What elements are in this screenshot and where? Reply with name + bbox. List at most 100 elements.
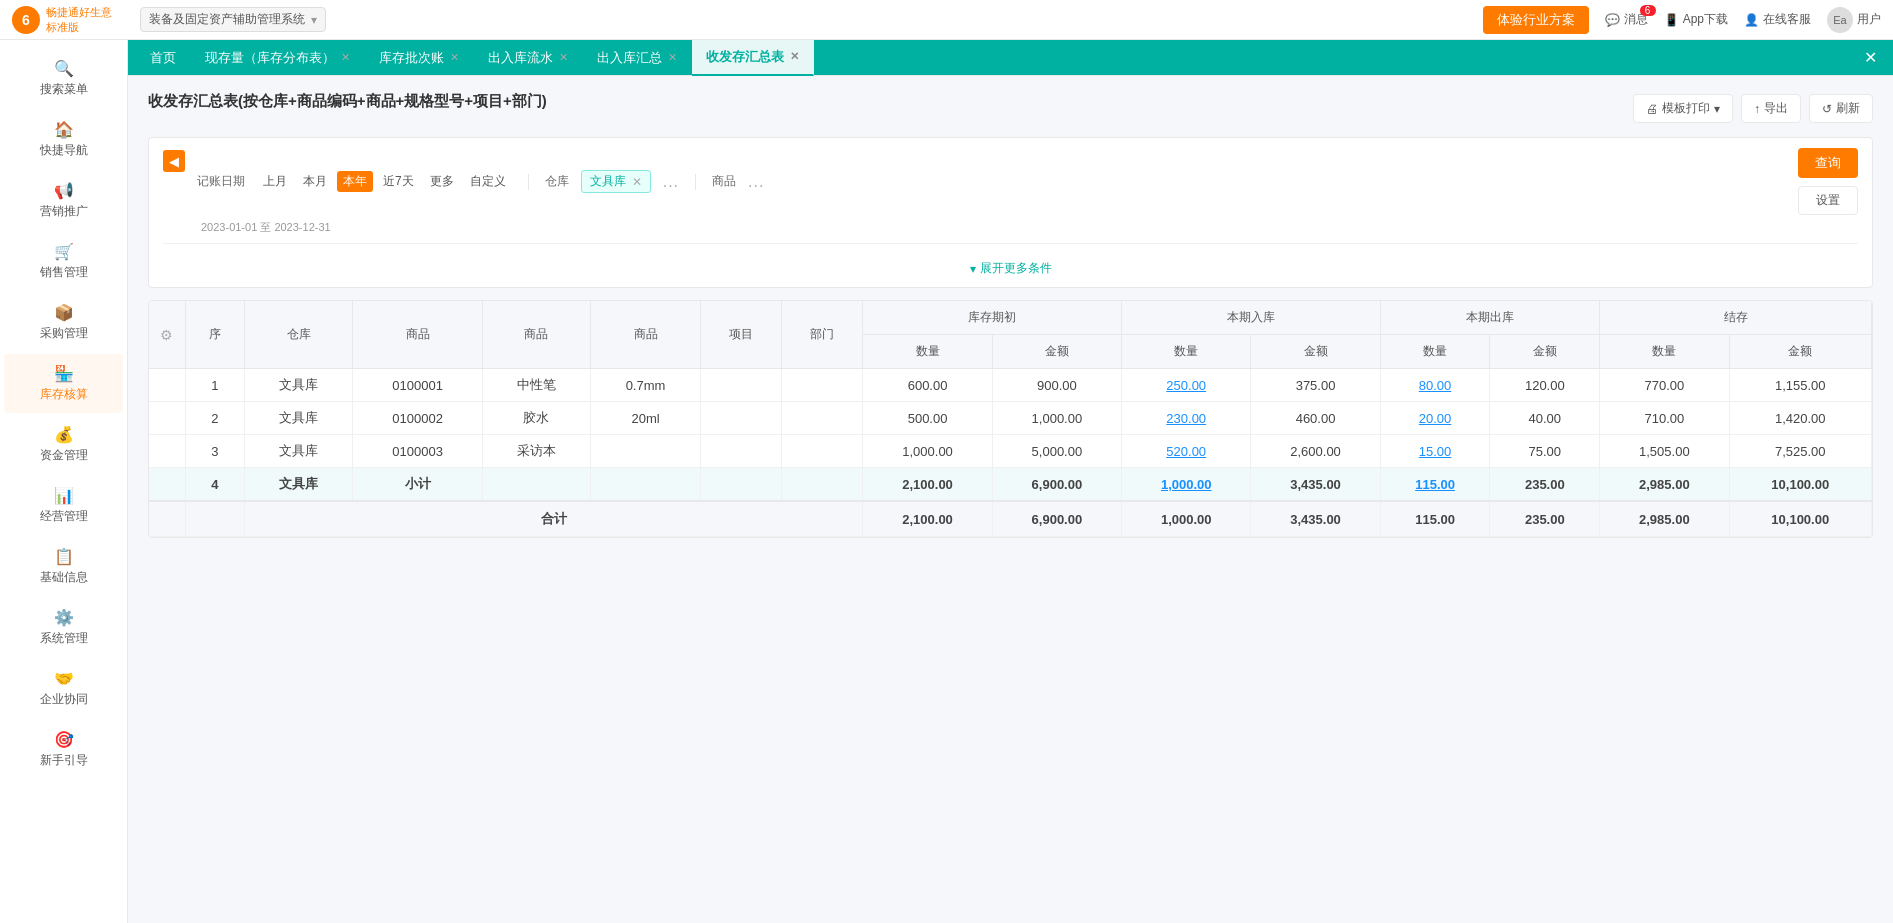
shortcut-more[interactable]: 更多 [424,171,460,192]
subtotal-in-amount: 3,435.00 [1251,468,1380,502]
tab-home[interactable]: 首页 [136,40,191,76]
row-project [700,435,781,468]
system-selector[interactable]: 装备及固定资产辅助管理系统 ▾ [140,7,326,32]
tab-bar-close-button[interactable]: ✕ [1856,48,1885,67]
row-closing-amount: 1,420.00 [1729,402,1872,435]
sidebar-item-guide[interactable]: 🎯 新手引导 [4,720,123,779]
logo-area: 6 畅捷通好生意 标准版 [12,5,140,34]
export-icon: ↑ [1754,102,1760,116]
tab-close-stock-dist[interactable]: ✕ [341,51,350,64]
tab-recv-send[interactable]: 收发存汇总表 ✕ [692,40,814,76]
filter-collapse-button[interactable]: ◀ [163,150,185,172]
export-button[interactable]: ↑ 导出 [1741,94,1801,123]
data-table-wrapper: ⚙ 序 仓库 商品 商品 商品 项目 部门 库存期初 本期入库 本期出库 [148,300,1873,538]
query-button[interactable]: 查询 [1798,148,1858,178]
in-qty-link[interactable]: 520.00 [1166,444,1206,459]
subtotal-out-qty-link[interactable]: 115.00 [1415,477,1455,492]
tab-flow[interactable]: 出入库流水 ✕ [474,40,583,76]
tab-batch[interactable]: 库存批次账 ✕ [365,40,474,76]
chevron-down-icon: ▾ [311,13,317,27]
row-out-qty[interactable]: 20.00 [1380,402,1490,435]
expand-conditions-button[interactable]: ▾ 展开更多条件 [970,260,1052,277]
out-qty-link[interactable]: 20.00 [1419,411,1452,426]
avatar: Ea [1827,7,1853,33]
sidebar-item-operations[interactable]: 📊 经营管理 [4,476,123,535]
logo-text: 畅捷通好生意 标准版 [46,5,112,34]
row-closing-qty: 1,505.00 [1600,435,1729,468]
tab-close-summary[interactable]: ✕ [668,51,677,64]
subtotal-closing-qty: 2,985.00 [1600,468,1729,502]
tab-close-flow[interactable]: ✕ [559,51,568,64]
th-opening-qty: 数量 [863,335,992,369]
user-button[interactable]: Ea 用户 [1827,7,1881,33]
subtotal-checkbox [149,468,185,502]
try-industry-button[interactable]: 体验行业方案 [1483,6,1589,34]
out-qty-link[interactable]: 15.00 [1419,444,1452,459]
enterprise-icon: 🤝 [54,669,74,688]
subtotal-in-qty[interactable]: 1,000.00 [1122,468,1251,502]
header-actions: 💬 消息 6 📱 App下载 👤 在线客服 Ea 用户 [1605,7,1881,33]
shortcut-last-month[interactable]: 上月 [257,171,293,192]
subtotal-in-qty-link[interactable]: 1,000.00 [1161,477,1212,492]
subtotal-warehouse: 文具库 [245,468,353,502]
page-content: 收发存汇总表(按仓库+商品编码+商品+规格型号+项目+部门) 🖨 模板打印 ▾ … [128,76,1893,923]
tab-stock-dist[interactable]: 现存量（库存分布表） ✕ [191,40,365,76]
in-qty-link[interactable]: 230.00 [1166,411,1206,426]
th-opening-amount: 金额 [992,335,1121,369]
service-icon: 👤 [1744,13,1759,27]
total-label: 合计 [245,501,863,537]
phone-icon: 📱 [1664,13,1679,27]
shortcut-this-month[interactable]: 本月 [297,171,333,192]
total-row: 合计 2,100.00 6,900.00 1,000.00 3,435.00 1… [149,501,1872,537]
row-in-qty[interactable]: 230.00 [1122,402,1251,435]
tab-close-batch[interactable]: ✕ [450,51,459,64]
online-service-button[interactable]: 👤 在线客服 [1744,11,1811,28]
shortcut-7days[interactable]: 近7天 [377,171,420,192]
sidebar-item-label: 库存核算 [40,386,88,403]
messages-button[interactable]: 💬 消息 6 [1605,11,1648,28]
row-in-qty[interactable]: 520.00 [1122,435,1251,468]
row-opening-amount: 900.00 [992,369,1121,402]
th-out-qty: 数量 [1380,335,1490,369]
chevron-down-icon: ▾ [970,262,976,276]
remove-warehouse-button[interactable]: ✕ [632,175,642,189]
shortcut-this-year[interactable]: 本年 [337,171,373,192]
app-download-button[interactable]: 📱 App下载 [1664,11,1728,28]
table-config-icon[interactable]: ⚙ [160,327,173,343]
shortcut-custom[interactable]: 自定义 [464,171,512,192]
warehouse-more[interactable]: ... [663,173,679,191]
row-product-name: 采访本 [482,435,590,468]
total-out-amount: 235.00 [1490,501,1600,537]
product-more[interactable]: ... [748,173,764,191]
sidebar: 🔍 搜索菜单 🏠 快捷导航 📢 营销推广 🛒 销售管理 📦 采购管理 🏪 库存核… [0,40,128,923]
refresh-button[interactable]: ↺ 刷新 [1809,94,1873,123]
filter-settings-button[interactable]: 设置 [1798,186,1858,215]
subtotal-out-qty[interactable]: 115.00 [1380,468,1490,502]
tab-close-recv-send[interactable]: ✕ [790,50,799,63]
sidebar-item-marketing[interactable]: 📢 营销推广 [4,171,123,230]
sidebar-item-sales[interactable]: 🛒 销售管理 [4,232,123,291]
print-button[interactable]: 🖨 模板打印 ▾ [1633,94,1733,123]
sidebar-item-search[interactable]: 🔍 搜索菜单 [4,49,123,108]
row-out-qty[interactable]: 80.00 [1380,369,1490,402]
sidebar-item-enterprise[interactable]: 🤝 企业协同 [4,659,123,718]
sidebar-item-purchase[interactable]: 📦 采购管理 [4,293,123,352]
total-out-qty: 115.00 [1380,501,1490,537]
sidebar-item-quick-nav[interactable]: 🏠 快捷导航 [4,110,123,169]
in-qty-link[interactable]: 250.00 [1166,378,1206,393]
tab-summary[interactable]: 出入库汇总 ✕ [583,40,692,76]
sidebar-item-finance[interactable]: 💰 资金管理 [4,415,123,474]
row-out-qty[interactable]: 15.00 [1380,435,1490,468]
table-settings-header[interactable]: ⚙ [149,301,185,369]
out-qty-link[interactable]: 80.00 [1419,378,1452,393]
row-opening-amount: 1,000.00 [992,402,1121,435]
subtotal-empty3 [700,468,781,502]
sidebar-item-inventory[interactable]: 🏪 库存核算 [4,354,123,413]
messages-badge: 6 [1640,5,1656,16]
sidebar-item-basic-info[interactable]: 📋 基础信息 [4,537,123,596]
filter-row: 记账日期 上月 本月 本年 近7天 更多 自定义 仓库 [197,148,1858,215]
finance-icon: 💰 [54,425,74,444]
sidebar-item-system[interactable]: ⚙️ 系统管理 [4,598,123,657]
subtotal-out-amount: 235.00 [1490,468,1600,502]
row-in-qty[interactable]: 250.00 [1122,369,1251,402]
